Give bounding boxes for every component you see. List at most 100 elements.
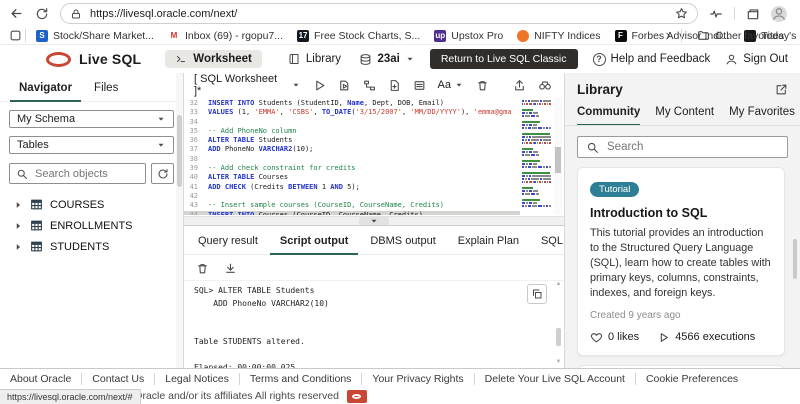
tree-item-students[interactable]: STUDENTS: [0, 236, 183, 257]
object-search-input[interactable]: [33, 166, 139, 181]
nav-worksheet[interactable]: Worksheet: [165, 50, 262, 68]
tab-explain-plan[interactable]: Explain Plan: [448, 232, 529, 254]
footer-link-terms-and-conditions[interactable]: Terms and Conditions: [240, 372, 363, 385]
library-search[interactable]: [577, 136, 788, 158]
profile-avatar[interactable]: [771, 5, 787, 22]
code-line[interactable]: 42: [184, 192, 520, 201]
url-input[interactable]: [88, 6, 669, 21]
share-worksheet-button[interactable]: [513, 79, 526, 92]
line-number: 42: [189, 191, 198, 200]
play-icon: [657, 331, 670, 344]
code-line[interactable]: 41 ADD CHECK (Credits BETWEEN 1 AND 5);: [184, 183, 520, 192]
nav-library[interactable]: Library: [278, 50, 351, 68]
database-selector[interactable]: 23ai: [359, 53, 414, 66]
other-favorites-button[interactable]: Other favorites: [690, 29, 791, 42]
reload-icon[interactable]: [35, 7, 49, 21]
worksheet-title-menu[interactable]: [ SQL Worksheet ]*: [194, 73, 301, 97]
library-panel: Library CommunityMy ContentMy FavoritesR…: [564, 73, 800, 368]
site-info-icon[interactable]: [70, 8, 82, 20]
library-tab-my-favorites[interactable]: My Favorites: [729, 106, 795, 125]
bookmark-label: Free Stock Charts, S...: [314, 29, 421, 42]
library-scrollbar[interactable]: [792, 235, 798, 364]
find-button[interactable]: [538, 78, 552, 92]
new-worksheet-button[interactable]: [388, 79, 401, 92]
refresh-objects-button[interactable]: [151, 163, 174, 184]
sign-out-button[interactable]: Sign Out: [725, 53, 788, 66]
footer-link-your-privacy-rights[interactable]: Your Privacy Rights: [362, 372, 475, 385]
tab-dbms-output[interactable]: DBMS output: [360, 232, 445, 254]
footer-link-about-oracle[interactable]: About Oracle: [0, 372, 83, 385]
other-favorites-label: Other favorites: [715, 29, 784, 42]
library-card[interactable]: Tutorial Introduction to SQL This tutorial…: [577, 167, 785, 356]
collections-icon[interactable]: [746, 7, 760, 21]
run-script-button[interactable]: [338, 79, 351, 92]
line-number: 35: [189, 126, 198, 135]
code-line[interactable]: 39 -- Add check constraint for credits: [184, 164, 520, 173]
footer-link-legal-notices[interactable]: Legal Notices: [155, 372, 240, 385]
sidebar-scrollbar[interactable]: [176, 73, 183, 368]
return-to-classic-button[interactable]: Return to Live SQL Classic: [429, 49, 578, 69]
code-line[interactable]: 37 ADD PhoneNo VARCHAR2(10);: [184, 145, 520, 154]
code-line[interactable]: 38: [184, 155, 520, 164]
code-line[interactable]: 36 ALTER TABLE Students: [184, 136, 520, 145]
code-editor[interactable]: 32 INSERT INTO Students (StudentID, Name,…: [184, 97, 564, 225]
nav-library-label: Library: [305, 53, 342, 65]
code-text: VALUES (1, 'EMMA', 'CSBS', TO_DATE('3/15…: [208, 108, 512, 117]
code-line[interactable]: 43 -- Insert sample courses (CourseID, Co…: [184, 201, 520, 210]
expand-icon: [13, 200, 23, 210]
clear-output-button[interactable]: [196, 262, 209, 275]
object-type-select[interactable]: Tables: [9, 136, 174, 154]
editor-minimap[interactable]: [522, 100, 551, 210]
editor-scrollbar[interactable]: [554, 97, 562, 215]
bookmark-item[interactable]: up Upstox Pro: [427, 29, 510, 42]
browser-essentials-icon[interactable]: [709, 7, 723, 21]
code-line[interactable]: 34: [184, 118, 520, 127]
download-output-button[interactable]: [224, 262, 237, 275]
object-search[interactable]: [9, 163, 146, 184]
tree-item-courses[interactable]: COURSES: [0, 194, 183, 215]
code-line[interactable]: 44 INSERT INTO Courses (CourseID, CourseN…: [184, 210, 520, 215]
explain-plan-button[interactable]: [363, 79, 376, 92]
code-line[interactable]: 35 -- Add PhoneNo column: [184, 127, 520, 136]
editor-collapse-handle[interactable]: [359, 216, 389, 225]
library-tab-community[interactable]: Community: [577, 106, 641, 125]
saved-statements-button[interactable]: [413, 79, 426, 92]
library-search-input[interactable]: [605, 140, 779, 154]
run-button[interactable]: [313, 79, 326, 92]
footer-link-cookie-preferences[interactable]: Cookie Preferences: [636, 373, 748, 385]
tree-item-enrollments[interactable]: ENROLLMENTS: [0, 215, 183, 236]
code-line[interactable]: 33 VALUES (1, 'EMMA', 'CSBS', TO_DATE('3/…: [184, 108, 520, 117]
tab-navigator[interactable]: Navigator: [10, 79, 82, 102]
help-feedback-button[interactable]: ? Help and Feedback: [592, 52, 710, 66]
code-line[interactable]: 40 ALTER TABLE Courses: [184, 173, 520, 182]
tab-query-result[interactable]: Query result: [188, 232, 268, 254]
line-number: 37: [189, 145, 198, 154]
output-scrollbar[interactable]: ▲ ▼: [555, 281, 562, 366]
tab-files[interactable]: Files: [85, 79, 127, 101]
footer-link-delete-your-live-sql-account[interactable]: Delete Your Live SQL Account: [475, 372, 636, 385]
library-tabs: CommunityMy ContentMy FavoritesRecently: [565, 97, 800, 126]
bookmarks-overflow-icon[interactable]: [663, 31, 673, 41]
code-line[interactable]: 32 INSERT INTO Students (StudentID, Name,…: [184, 99, 520, 108]
table-icon: [30, 198, 43, 211]
apps-icon[interactable]: [9, 29, 22, 42]
bookmarks-bar: S Stock/Share Market... M Inbox (69) - rgop…: [0, 27, 800, 45]
open-library-icon[interactable]: [775, 83, 788, 96]
copy-output-button[interactable]: [527, 284, 547, 304]
clear-worksheet-button[interactable]: [476, 79, 489, 92]
tab-script-output[interactable]: Script output: [269, 232, 359, 255]
address-bar[interactable]: [60, 3, 698, 24]
library-tab-my-content[interactable]: My Content: [655, 106, 714, 125]
likes-stat[interactable]: 0 likes: [590, 331, 639, 344]
bookmark-item[interactable]: NIFTY Indices: [510, 29, 607, 42]
back-icon[interactable]: [9, 6, 24, 21]
bookmark-item[interactable]: M Inbox (69) - rgopu7...: [161, 30, 290, 42]
bookmark-favicon: S: [36, 29, 48, 42]
favorite-star-icon[interactable]: [675, 7, 688, 20]
bookmark-item[interactable]: S Stock/Share Market...: [29, 29, 161, 42]
font-size-button[interactable]: Aa: [438, 79, 464, 91]
schema-select[interactable]: My Schema: [9, 110, 174, 128]
bookmark-item[interactable]: 17 Free Stock Charts, S...: [290, 29, 427, 42]
object-type-value: Tables: [17, 139, 49, 151]
footer-link-contact-us[interactable]: Contact Us: [82, 372, 156, 385]
